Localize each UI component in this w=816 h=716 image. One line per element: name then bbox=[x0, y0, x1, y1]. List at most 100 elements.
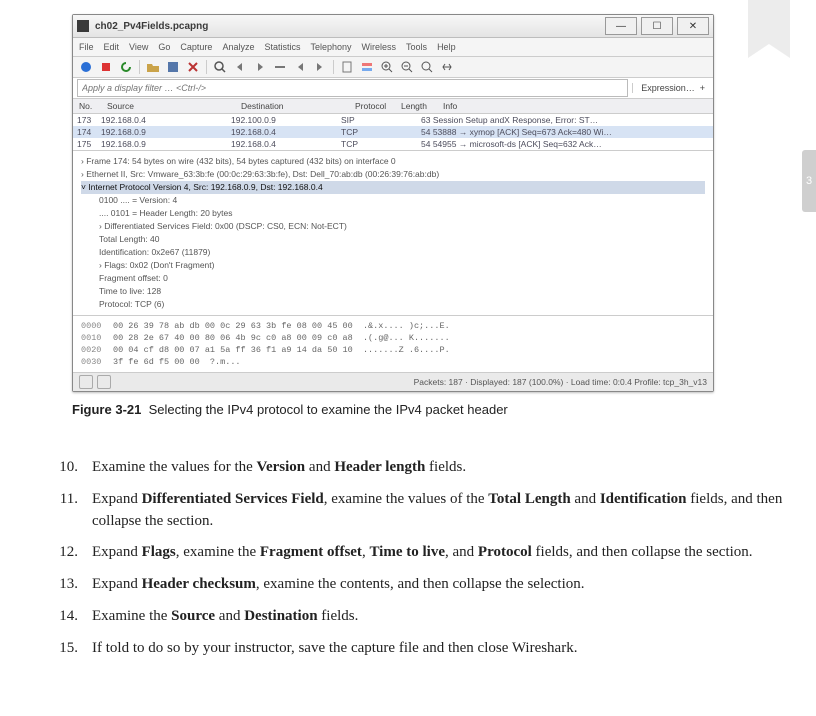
tree-version[interactable]: 0100 .... = Version: 4 bbox=[81, 194, 705, 207]
zoom-in-icon[interactable] bbox=[380, 60, 394, 74]
col-dest[interactable]: Destination bbox=[239, 100, 353, 112]
hex-ascii: .&.x.... )c;...E. bbox=[363, 321, 450, 331]
first-packet-icon[interactable] bbox=[293, 60, 307, 74]
zoom-out-icon[interactable] bbox=[400, 60, 414, 74]
menu-file[interactable]: File bbox=[79, 42, 94, 52]
packet-bytes-pane[interactable]: 000000 26 39 78 ab db 00 0c 29 63 3b fe … bbox=[73, 316, 713, 372]
col-length[interactable]: Length bbox=[399, 100, 441, 112]
menu-help[interactable]: Help bbox=[437, 42, 456, 52]
col-no[interactable]: No. bbox=[77, 100, 105, 112]
menu-capture[interactable]: Capture bbox=[180, 42, 212, 52]
tree-ident[interactable]: Identification: 0x2e67 (11879) bbox=[81, 246, 705, 259]
tree-frag-off[interactable]: Fragment offset: 0 bbox=[81, 272, 705, 285]
tree-protocol[interactable]: Protocol: TCP (6) bbox=[81, 298, 705, 311]
packet-list[interactable]: 173 192.168.0.4 192.100.0.9 SIP 63 Sessi… bbox=[73, 114, 713, 150]
maximize-button[interactable]: ☐ bbox=[641, 17, 673, 35]
find-packet-icon[interactable] bbox=[213, 60, 227, 74]
hex-bytes: 00 28 2e 67 40 00 80 06 4b 9c c0 a8 00 0… bbox=[113, 333, 353, 343]
status-text: Packets: 187 · Displayed: 187 (100.0%) ·… bbox=[119, 377, 713, 387]
zoom-reset-icon[interactable] bbox=[420, 60, 434, 74]
menu-analyze[interactable]: Analyze bbox=[222, 42, 254, 52]
cell-proto: TCP bbox=[341, 138, 383, 150]
step-body: Examine the Source and Destination field… bbox=[92, 606, 788, 628]
bookmark-ribbon[interactable] bbox=[748, 0, 790, 44]
menu-tools[interactable]: Tools bbox=[406, 42, 427, 52]
menu-edit[interactable]: Edit bbox=[104, 42, 120, 52]
app-icon bbox=[77, 20, 89, 32]
packet-list-header: No. Source Destination Protocol Length I… bbox=[73, 99, 713, 114]
chapter-side-tab[interactable]: 3 bbox=[802, 150, 816, 212]
tree-header-len[interactable]: .... 0101 = Header Length: 20 bytes bbox=[81, 207, 705, 220]
list-item: 10.Examine the values for the Version an… bbox=[32, 457, 788, 479]
last-packet-icon[interactable] bbox=[313, 60, 327, 74]
go-forward-icon[interactable] bbox=[253, 60, 267, 74]
separator bbox=[139, 60, 140, 74]
start-capture-icon[interactable] bbox=[79, 60, 93, 74]
menu-telephony[interactable]: Telephony bbox=[310, 42, 351, 52]
tree-ipv4[interactable]: ˅ Internet Protocol Version 4, Src: 192.… bbox=[81, 181, 705, 194]
step-number: 15. bbox=[32, 638, 92, 660]
hex-row: 000000 26 39 78 ab db 00 0c 29 63 3b fe … bbox=[81, 320, 705, 332]
menu-bar: File Edit View Go Capture Analyze Statis… bbox=[73, 38, 713, 57]
window-titlebar: ch02_Pv4Fields.pcapng — ☐ ✕ bbox=[73, 15, 713, 38]
separator bbox=[333, 60, 334, 74]
hex-ascii: ?.m... bbox=[210, 357, 241, 367]
status-icon[interactable] bbox=[79, 375, 93, 389]
tree-ttl[interactable]: Time to live: 128 bbox=[81, 285, 705, 298]
menu-view[interactable]: View bbox=[129, 42, 148, 52]
close-button[interactable]: ✕ bbox=[677, 17, 709, 35]
separator bbox=[206, 60, 207, 74]
cell-proto: TCP bbox=[341, 126, 383, 138]
cell-info: 63 Session Setup andX Response, Error: S… bbox=[421, 114, 709, 126]
cell-len bbox=[383, 114, 421, 126]
menu-wireless[interactable]: Wireless bbox=[362, 42, 397, 52]
display-filter-input[interactable] bbox=[77, 79, 628, 97]
save-icon[interactable] bbox=[166, 60, 180, 74]
menu-go[interactable]: Go bbox=[158, 42, 170, 52]
hex-row: 001000 28 2e 67 40 00 80 06 4b 9c c0 a8 … bbox=[81, 332, 705, 344]
stop-capture-icon[interactable] bbox=[99, 60, 113, 74]
minimize-button[interactable]: — bbox=[605, 17, 637, 35]
wireshark-screenshot: ch02_Pv4Fields.pcapng — ☐ ✕ File Edit Vi… bbox=[72, 14, 714, 392]
tree-frame[interactable]: › Frame 174: 54 bytes on wire (432 bits)… bbox=[81, 155, 705, 168]
tree-total-len[interactable]: Total Length: 40 bbox=[81, 233, 705, 246]
restart-capture-icon[interactable] bbox=[119, 60, 133, 74]
hex-ascii: .(.g@... K....... bbox=[363, 333, 450, 343]
hex-row: 002000 04 cf d8 00 07 a1 5a ff 36 f1 a9 … bbox=[81, 344, 705, 356]
close-file-icon[interactable] bbox=[186, 60, 200, 74]
step-body: Expand Header checksum, examine the cont… bbox=[92, 574, 788, 596]
cell-info: 54 54955 → microsoft-ds [ACK] Seq=632 Ac… bbox=[421, 138, 709, 150]
packet-details-pane[interactable]: › Frame 174: 54 bytes on wire (432 bits)… bbox=[73, 150, 713, 316]
status-icon[interactable] bbox=[97, 375, 111, 389]
go-to-packet-icon[interactable] bbox=[273, 60, 287, 74]
cell-len bbox=[383, 126, 421, 138]
col-proto[interactable]: Protocol bbox=[353, 100, 399, 112]
list-item: 14.Examine the Source and Destination fi… bbox=[32, 606, 788, 628]
step-body: Expand Flags, examine the Fragment offse… bbox=[92, 542, 788, 564]
hex-offset: 0020 bbox=[81, 344, 113, 356]
go-back-icon[interactable] bbox=[233, 60, 247, 74]
resize-columns-icon[interactable] bbox=[440, 60, 454, 74]
expression-button[interactable]: Expression… + bbox=[632, 83, 713, 93]
tree-ethernet[interactable]: › Ethernet II, Src: Vmware_63:3b:fe (00:… bbox=[81, 168, 705, 181]
hex-bytes: 00 04 cf d8 00 07 a1 5a ff 36 f1 a9 14 d… bbox=[113, 345, 353, 355]
col-source[interactable]: Source bbox=[105, 100, 239, 112]
hex-offset: 0000 bbox=[81, 320, 113, 332]
packet-row[interactable]: 173 192.168.0.4 192.100.0.9 SIP 63 Sessi… bbox=[73, 114, 713, 126]
list-item: 12.Expand Flags, examine the Fragment of… bbox=[32, 542, 788, 564]
auto-scroll-icon[interactable] bbox=[340, 60, 354, 74]
hex-offset: 0030 bbox=[81, 356, 113, 368]
window-title: ch02_Pv4Fields.pcapng bbox=[95, 21, 601, 32]
colorize-icon[interactable] bbox=[360, 60, 374, 74]
packet-row[interactable]: 174 192.168.0.9 192.168.0.4 TCP 54 53888… bbox=[73, 126, 713, 138]
figure-caption-text: Selecting the IPv4 protocol to examine t… bbox=[149, 402, 508, 417]
packet-row[interactable]: 175 192.168.0.9 192.168.0.4 TCP 54 54955… bbox=[73, 138, 713, 150]
step-body: Expand Differentiated Services Field, ex… bbox=[92, 489, 788, 533]
menu-statistics[interactable]: Statistics bbox=[264, 42, 300, 52]
cell-no: 175 bbox=[77, 138, 101, 150]
col-info[interactable]: Info bbox=[441, 100, 709, 112]
tree-flags[interactable]: › Flags: 0x02 (Don't Fragment) bbox=[81, 259, 705, 272]
tree-dsf[interactable]: › Differentiated Services Field: 0x00 (D… bbox=[81, 220, 705, 233]
hex-row: 00303f fe 6d f5 00 00 ?.m... bbox=[81, 356, 705, 368]
open-file-icon[interactable] bbox=[146, 60, 160, 74]
